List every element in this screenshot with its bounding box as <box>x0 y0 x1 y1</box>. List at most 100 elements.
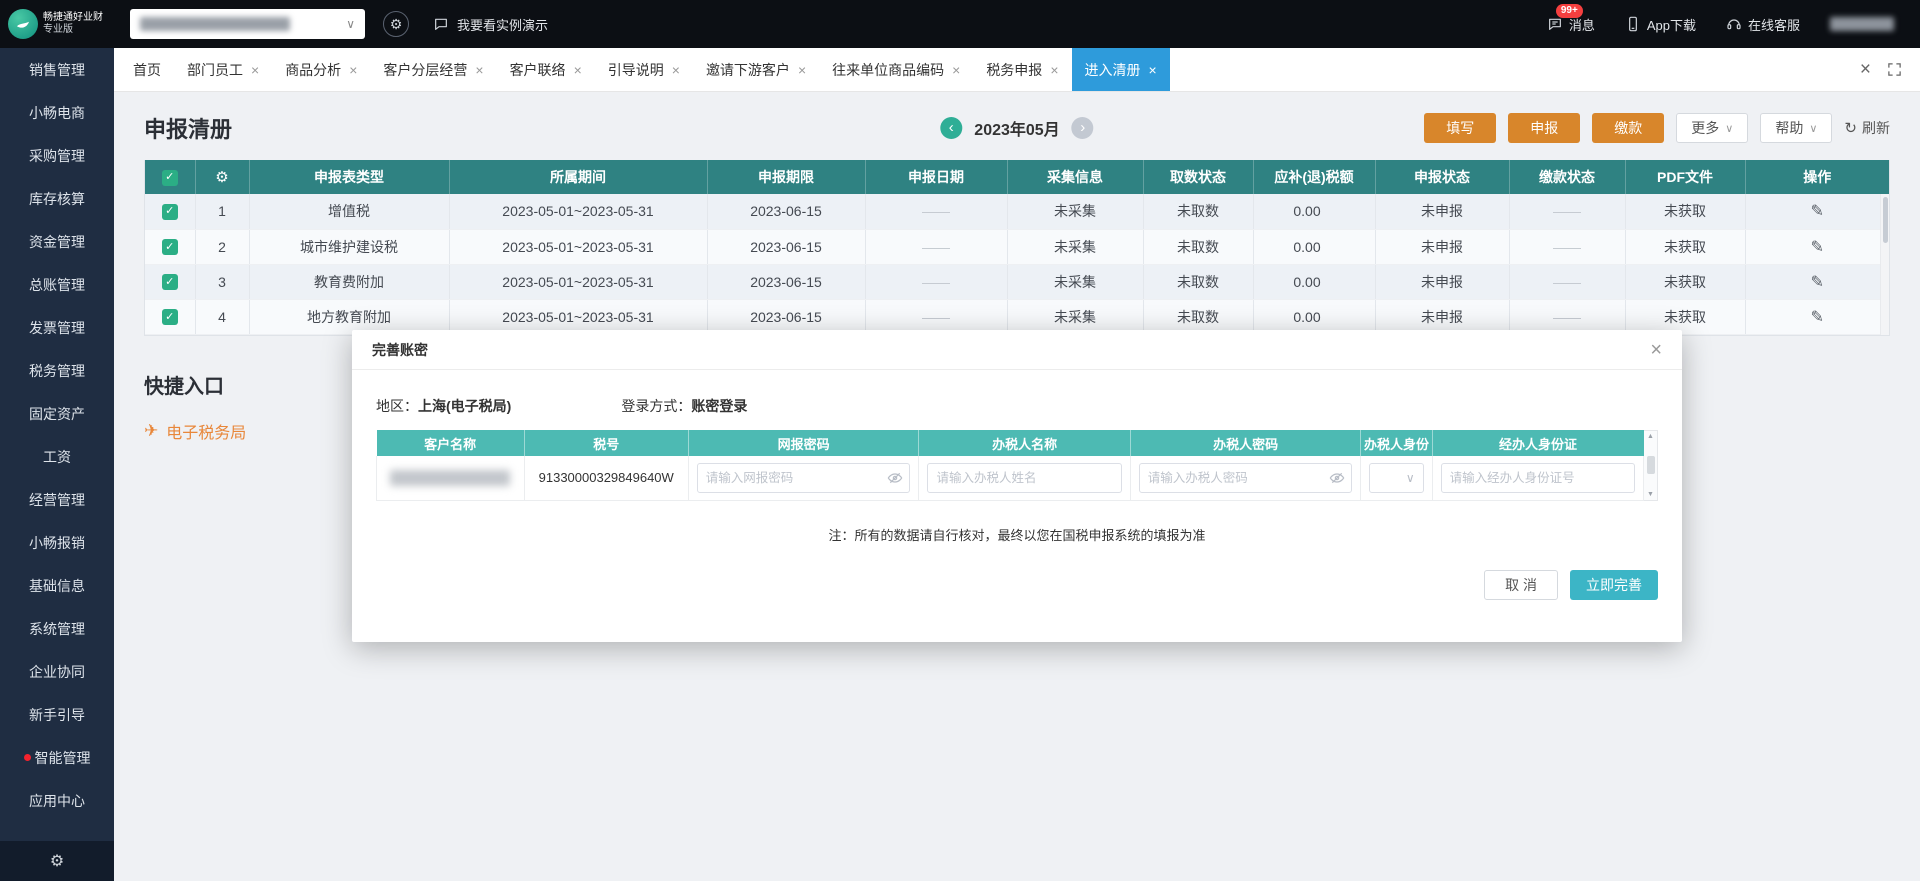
close-icon[interactable]: × <box>1149 63 1157 77</box>
online-support-button[interactable]: 在线客服 <box>1726 15 1800 34</box>
cell-date: —— <box>922 238 950 255</box>
tab-tax-declaration[interactable]: 税务申报 × <box>973 48 1071 91</box>
sidebar-item-beginner-guide[interactable]: 新手引导 <box>0 693 114 736</box>
next-month-button[interactable]: › <box>1071 117 1094 139</box>
cell-pay-status: —— <box>1553 308 1581 325</box>
close-icon[interactable]: × <box>952 63 960 77</box>
taxpayer-identity-select[interactable]: ∨ <box>1369 462 1424 493</box>
sidebar-item-tax[interactable]: 税务管理 <box>0 349 114 392</box>
tab-guide[interactable]: 引导说明 × <box>595 48 693 91</box>
close-icon[interactable]: × <box>251 63 259 77</box>
close-icon[interactable]: × <box>475 63 483 77</box>
sidebar-item-funds[interactable]: 资金管理 <box>0 220 114 263</box>
select-all-checkbox[interactable]: ✓ <box>161 169 178 186</box>
close-icon[interactable]: × <box>574 63 582 77</box>
refresh-button[interactable]: ↻ 刷新 <box>1844 118 1890 138</box>
row-checkbox[interactable]: ✓ <box>161 309 178 326</box>
sidebar-item-sales[interactable]: 销售管理 <box>0 48 114 91</box>
cell-amount: 0.00 <box>1253 194 1376 230</box>
eye-off-icon[interactable] <box>1329 470 1345 486</box>
col-header-amount: 应补(退)税额 <box>1253 160 1376 194</box>
scrollbar-thumb[interactable] <box>1646 456 1655 475</box>
table-scrollbar[interactable] <box>1880 194 1889 335</box>
brand-logo-icon <box>8 9 38 39</box>
sidebar-item-system[interactable]: 系统管理 <box>0 607 114 650</box>
cell-declare-status: 未申报 <box>1375 299 1510 335</box>
tab-home[interactable]: 首页 <box>120 48 174 91</box>
help-button[interactable]: 帮助 ∨ <box>1760 113 1833 143</box>
sidebar-item-app-center[interactable]: 应用中心 <box>0 779 114 822</box>
web-password-input[interactable] <box>696 462 911 493</box>
credentials-row: 91330000329849640W 请输入网报密码 请输入办税人姓名 请输入办… <box>376 456 1645 501</box>
close-icon[interactable]: × <box>1050 63 1058 77</box>
cell-fetch: 未取数 <box>1143 264 1254 300</box>
sidebar-item-collaboration[interactable]: 企业协同 <box>0 650 114 693</box>
sidebar-item-payroll[interactable]: 工资 <box>0 435 114 478</box>
sidebar-item-fixed-assets[interactable]: 固定资产 <box>0 392 114 435</box>
declare-button[interactable]: 申报 <box>1508 113 1581 143</box>
cell-collect: 未采集 <box>1007 229 1144 265</box>
pay-button[interactable]: 缴款 <box>1592 113 1665 143</box>
taxpayer-password-input[interactable] <box>1138 462 1353 493</box>
credentials-table-scrollbar[interactable]: ▲ ▼ <box>1644 430 1658 501</box>
tab-dept-staff[interactable]: 部门员工 × <box>174 48 272 91</box>
edit-icon[interactable]: ✎ <box>1811 203 1824 220</box>
sidebar-item-expense[interactable]: 小畅报销 <box>0 521 114 564</box>
sidebar-item-inventory[interactable]: 库存核算 <box>0 177 114 220</box>
scroll-down-icon[interactable]: ▼ <box>1647 491 1654 498</box>
row-checkbox[interactable]: ✓ <box>161 203 178 220</box>
taxpayer-name-input[interactable] <box>927 462 1122 493</box>
fullscreen-icon[interactable] <box>1887 62 1902 77</box>
chevron-down-icon: ∨ <box>346 17 355 31</box>
sidebar-settings-button[interactable]: ⚙ <box>0 841 114 881</box>
redacted-company-name <box>140 17 290 31</box>
sidebar-item-purchase[interactable]: 采购管理 <box>0 134 114 177</box>
sidebar-item-invoice[interactable]: 发票管理 <box>0 306 114 349</box>
more-button[interactable]: 更多 ∨ <box>1676 113 1749 143</box>
check-icon: ✓ <box>165 240 175 253</box>
tab-customer-contact[interactable]: 客户联络 × <box>497 48 595 91</box>
agent-id-input[interactable] <box>1440 462 1635 493</box>
workspace-settings-button[interactable]: ⚙ <box>383 11 409 37</box>
close-icon[interactable]: × <box>672 63 680 77</box>
row-checkbox[interactable]: ✓ <box>161 274 178 291</box>
sidebar-item-general-ledger[interactable]: 总账管理 <box>0 263 114 306</box>
fill-button[interactable]: 填写 <box>1424 113 1497 143</box>
etax-bureau-link[interactable]: ✈ 电子税务局 <box>144 419 246 443</box>
help-label: 帮助 <box>1775 120 1804 136</box>
scrollbar-thumb[interactable] <box>1882 197 1888 243</box>
modal-close-icon[interactable]: × <box>1650 340 1662 360</box>
prev-month-button[interactable]: ‹ <box>940 117 963 139</box>
edit-icon[interactable]: ✎ <box>1811 239 1824 256</box>
cancel-button[interactable]: 取 消 <box>1484 569 1558 600</box>
messages-button[interactable]: 99+ 消息 <box>1547 3 1595 34</box>
tab-product-analysis[interactable]: 商品分析 × <box>272 48 370 91</box>
tab-invite-downstream[interactable]: 邀请下游客户 × <box>693 48 819 91</box>
cell-type: 增值税 <box>249 194 450 230</box>
row-checkbox[interactable]: ✓ <box>161 239 178 256</box>
confirm-button[interactable]: 立即完善 <box>1570 569 1658 600</box>
column-settings-icon[interactable]: ⚙ <box>215 169 228 186</box>
close-icon[interactable]: × <box>349 63 357 77</box>
edit-icon[interactable]: ✎ <box>1811 274 1824 291</box>
tab-customer-tiering[interactable]: 客户分层经营 × <box>370 48 496 91</box>
company-selector[interactable]: ∨ <box>130 9 365 39</box>
sidebar-item-smart-management[interactable]: 智能管理 <box>0 736 114 779</box>
tab-declaration-list[interactable]: 进入清册 × <box>1071 48 1170 91</box>
col-header-fetch: 取数状态 <box>1143 160 1254 194</box>
col-header-collect: 采集信息 <box>1007 160 1144 194</box>
cell-pdf: 未获取 <box>1625 194 1746 230</box>
demo-link[interactable]: 我要看实例演示 <box>433 15 548 34</box>
close-icon[interactable]: × <box>798 63 806 77</box>
sidebar-item-base-info[interactable]: 基础信息 <box>0 564 114 607</box>
table-row: ✓ 4 地方教育附加 2023-05-01~2023-05-31 2023-06… <box>145 299 1889 335</box>
scroll-up-icon[interactable]: ▲ <box>1647 433 1654 440</box>
sidebar-item-operations[interactable]: 经营管理 <box>0 478 114 521</box>
tab-partner-product-codes[interactable]: 往来单位商品编码 × <box>819 48 973 91</box>
app-download-button[interactable]: App下载 <box>1625 15 1696 34</box>
sidebar-item-ecommerce[interactable]: 小畅电商 <box>0 91 114 134</box>
close-tabs-icon[interactable]: × <box>1860 60 1871 79</box>
sidebar-item-label: 资金管理 <box>29 233 85 250</box>
edit-icon[interactable]: ✎ <box>1811 309 1824 326</box>
eye-off-icon[interactable] <box>887 470 903 486</box>
